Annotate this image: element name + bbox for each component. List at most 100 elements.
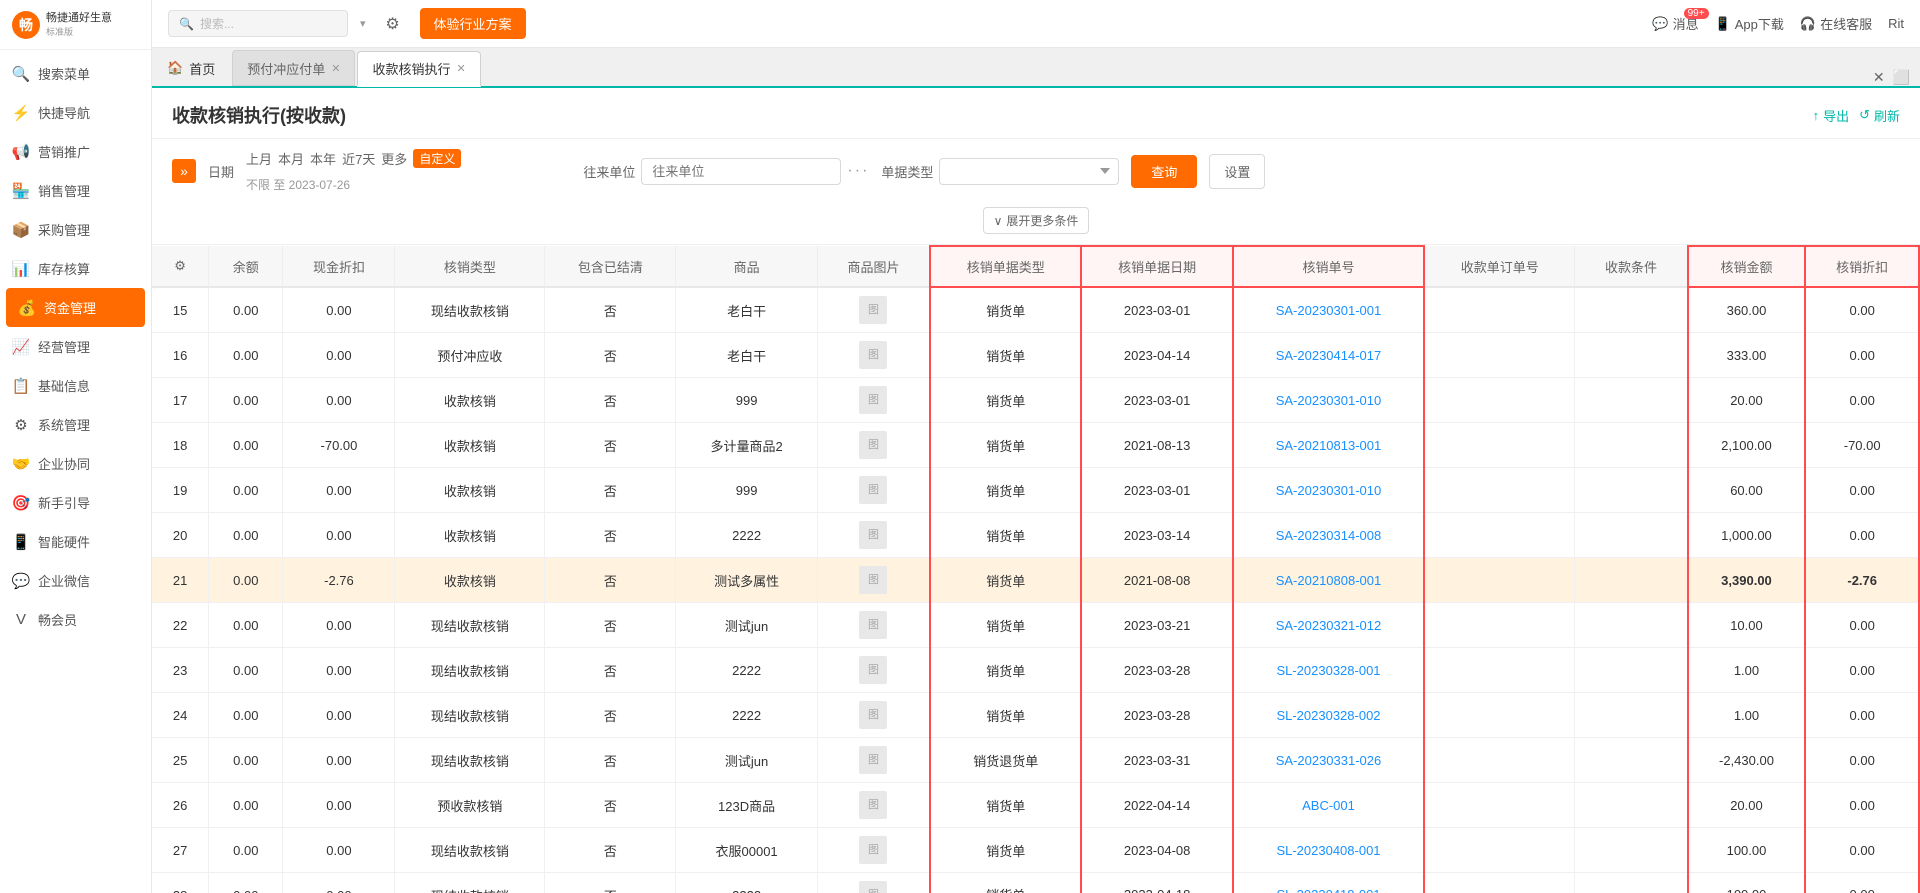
td-goods-row-6: 测试多属性 bbox=[676, 558, 817, 603]
sidebar-item-shortcut[interactable]: ⚡ 快捷导航 bbox=[0, 93, 151, 132]
tab-home[interactable]: 🏠 首页 bbox=[152, 50, 230, 86]
sidebar-item-hardware[interactable]: 📱 智能硬件 bbox=[0, 522, 151, 561]
date-this-year[interactable]: 本年 bbox=[310, 149, 336, 168]
td-verify_bill_type-row-12: 销货单 bbox=[930, 828, 1081, 873]
tab-receipt-verify[interactable]: 收款核销执行 ✕ bbox=[357, 51, 480, 87]
table-row: 260.000.00预收款核销否123D商品图销货单2022-04-14ABC-… bbox=[152, 783, 1919, 828]
sidebar-item-inventory[interactable]: 📊 库存核算 bbox=[0, 249, 151, 288]
td-goods_img-row-2: 图 bbox=[817, 378, 930, 423]
td-gear-row-12: 27 bbox=[152, 828, 209, 873]
bill-no-link[interactable]: SA-20230301-010 bbox=[1276, 483, 1382, 498]
export-button[interactable]: ↑ 导出 bbox=[1813, 106, 1850, 125]
date-this-month[interactable]: 本月 bbox=[278, 149, 304, 168]
td-cash_discount-row-13: 0.00 bbox=[283, 873, 395, 893]
td-cash_discount-row-8: 0.00 bbox=[283, 648, 395, 693]
query-button[interactable]: 查询 bbox=[1131, 155, 1197, 188]
td-goods_img-row-13: 图 bbox=[817, 873, 930, 893]
from-unit-more-icon[interactable]: ··· bbox=[847, 162, 869, 180]
bill-no-link[interactable]: SA-20230414-017 bbox=[1276, 348, 1382, 363]
table-area: ⚙余额现金折扣核销类型包含已结清商品商品图片核销单据类型核销单据日期核销单号收款… bbox=[152, 245, 1920, 893]
sidebar-item-enterprise[interactable]: 🤝 企业协同 bbox=[0, 444, 151, 483]
td-goods_img-row-11: 图 bbox=[817, 783, 930, 828]
expand-more-conditions-button[interactable]: ∨ 展开更多条件 bbox=[983, 207, 1090, 234]
td-verify_bill_no-row-5: SA-20230314-008 bbox=[1233, 513, 1424, 558]
date-last-month[interactable]: 上月 bbox=[246, 149, 272, 168]
bill-no-link[interactable]: SA-20210808-001 bbox=[1276, 573, 1382, 588]
td-receipt_condition-row-1 bbox=[1575, 333, 1688, 378]
bill-no-link[interactable]: SA-20210813-001 bbox=[1276, 438, 1382, 453]
table-row: 210.00-2.76收款核销否测试多属性图销货单2021-08-08SA-20… bbox=[152, 558, 1919, 603]
message-button[interactable]: 💬 消息 99+ bbox=[1652, 14, 1698, 33]
td-goods-row-4: 999 bbox=[676, 468, 817, 513]
bill-no-link[interactable]: SL-20230328-001 bbox=[1276, 663, 1380, 678]
online-service-button[interactable]: 🎧 在线客服 bbox=[1800, 14, 1872, 33]
sidebar-item-search[interactable]: 🔍 搜索菜单 bbox=[0, 54, 151, 93]
table-row: 240.000.00现结收款核销否2222图销货单2023-03-28SL-20… bbox=[152, 693, 1919, 738]
main-content: 🔍 搜索... ▾ ⚙ 体验行业方案 💬 消息 99+ 📱 App下载 🎧 在线… bbox=[152, 0, 1920, 893]
td-verify_bill_no-row-12: SL-20230408-001 bbox=[1233, 828, 1424, 873]
td-include_settled-row-13: 否 bbox=[545, 873, 676, 893]
sidebar-item-operation[interactable]: 📈 经营管理 bbox=[0, 327, 151, 366]
user-avatar[interactable]: Rit bbox=[1888, 16, 1904, 31]
app-download-button[interactable]: 📱 App下载 bbox=[1715, 14, 1784, 33]
sidebar-label-wechat: 企业微信 bbox=[38, 571, 90, 590]
sidebar-item-marketing[interactable]: 📢 营销推广 bbox=[0, 132, 151, 171]
sidebar-item-finance[interactable]: 💰 资金管理 bbox=[6, 288, 145, 327]
td-goods-row-8: 2222 bbox=[676, 648, 817, 693]
td-verify_amount-row-6: 3,390.00 bbox=[1688, 558, 1806, 603]
sidebar-item-member[interactable]: V 畅会员 bbox=[0, 600, 151, 639]
bill-no-link[interactable]: SA-20230301-001 bbox=[1276, 303, 1382, 318]
date-last-7-days[interactable]: 近7天 bbox=[342, 149, 375, 168]
sidebar-item-guide[interactable]: 🎯 新手引导 bbox=[0, 483, 151, 522]
tab-prepay[interactable]: 预付冲应付单 ✕ bbox=[232, 50, 355, 86]
filter-expand-button[interactable]: » bbox=[172, 159, 196, 183]
td-receipt_condition-row-7 bbox=[1575, 603, 1688, 648]
sidebar-item-sales[interactable]: 🏪 销售管理 bbox=[0, 171, 151, 210]
receipt-type-select[interactable] bbox=[939, 158, 1119, 185]
date-custom-button[interactable]: 自定义 bbox=[413, 149, 461, 168]
td-verify_type-row-2: 收款核销 bbox=[395, 378, 545, 423]
industry-solution-button[interactable]: 体验行业方案 bbox=[420, 8, 526, 39]
date-more[interactable]: 更多 bbox=[381, 149, 407, 168]
from-unit-input[interactable] bbox=[641, 158, 841, 185]
topbar-search-box[interactable]: 🔍 搜索... bbox=[168, 10, 348, 37]
refresh-button[interactable]: ↺ 刷新 bbox=[1859, 106, 1900, 125]
td-verify_bill_date-row-6: 2021-08-08 bbox=[1081, 558, 1232, 603]
col-header-verify_type: 核销类型 bbox=[395, 246, 545, 287]
bill-no-link[interactable]: ABC-001 bbox=[1302, 798, 1355, 813]
bill-no-link[interactable]: SA-20230321-012 bbox=[1276, 618, 1382, 633]
col-header-verify_bill_date: 核销单据日期 bbox=[1081, 246, 1232, 287]
bill-no-link[interactable]: SA-20230314-008 bbox=[1276, 528, 1382, 543]
table-row: 250.000.00现结收款核销否测试jun图销货退货单2023-03-31SA… bbox=[152, 738, 1919, 783]
topbar-gear-icon[interactable]: ⚙ bbox=[378, 9, 408, 39]
td-verify_discount-row-1: 0.00 bbox=[1805, 333, 1919, 378]
settings-button[interactable]: 设置 bbox=[1209, 154, 1265, 189]
sidebar-item-system[interactable]: ⚙ 系统管理 bbox=[0, 405, 151, 444]
tab-maximize-icon[interactable]: ⬜ bbox=[1893, 69, 1910, 86]
td-goods-row-5: 2222 bbox=[676, 513, 817, 558]
td-receipt_condition-row-13 bbox=[1575, 873, 1688, 893]
bill-no-link[interactable]: SL-20230328-002 bbox=[1276, 708, 1380, 723]
logo-text: 畅捷通好生意 bbox=[46, 11, 112, 25]
bill-no-link[interactable]: SL-20230418-001 bbox=[1276, 887, 1380, 893]
bill-no-link[interactable]: SA-20230301-010 bbox=[1276, 393, 1382, 408]
col-header-cash_discount: 现金折扣 bbox=[283, 246, 395, 287]
tab-close-window-icon[interactable]: ✕ bbox=[1873, 69, 1885, 86]
td-receipt_condition-row-4 bbox=[1575, 468, 1688, 513]
sidebar-label-basic: 基础信息 bbox=[38, 376, 90, 395]
member-icon: V bbox=[12, 611, 30, 629]
bill-no-link[interactable]: SL-20230408-001 bbox=[1276, 843, 1380, 858]
col-header-goods: 商品 bbox=[676, 246, 817, 287]
sidebar-item-basic[interactable]: 📋 基础信息 bbox=[0, 366, 151, 405]
sidebar-item-purchase[interactable]: 📦 采购管理 bbox=[0, 210, 151, 249]
sidebar-label-system: 系统管理 bbox=[38, 415, 90, 434]
td-verify_type-row-9: 现结收款核销 bbox=[395, 693, 545, 738]
td-include_settled-row-4: 否 bbox=[545, 468, 676, 513]
bill-no-link[interactable]: SA-20230331-026 bbox=[1276, 753, 1382, 768]
td-receipt_condition-row-5 bbox=[1575, 513, 1688, 558]
td-verify_bill_no-row-1: SA-20230414-017 bbox=[1233, 333, 1424, 378]
topbar-dropdown-icon[interactable]: ▾ bbox=[360, 17, 366, 30]
sidebar-item-wechat[interactable]: 💬 企业微信 bbox=[0, 561, 151, 600]
tab-close-receipt[interactable]: ✕ bbox=[456, 62, 465, 75]
tab-close-prepay[interactable]: ✕ bbox=[331, 62, 340, 75]
